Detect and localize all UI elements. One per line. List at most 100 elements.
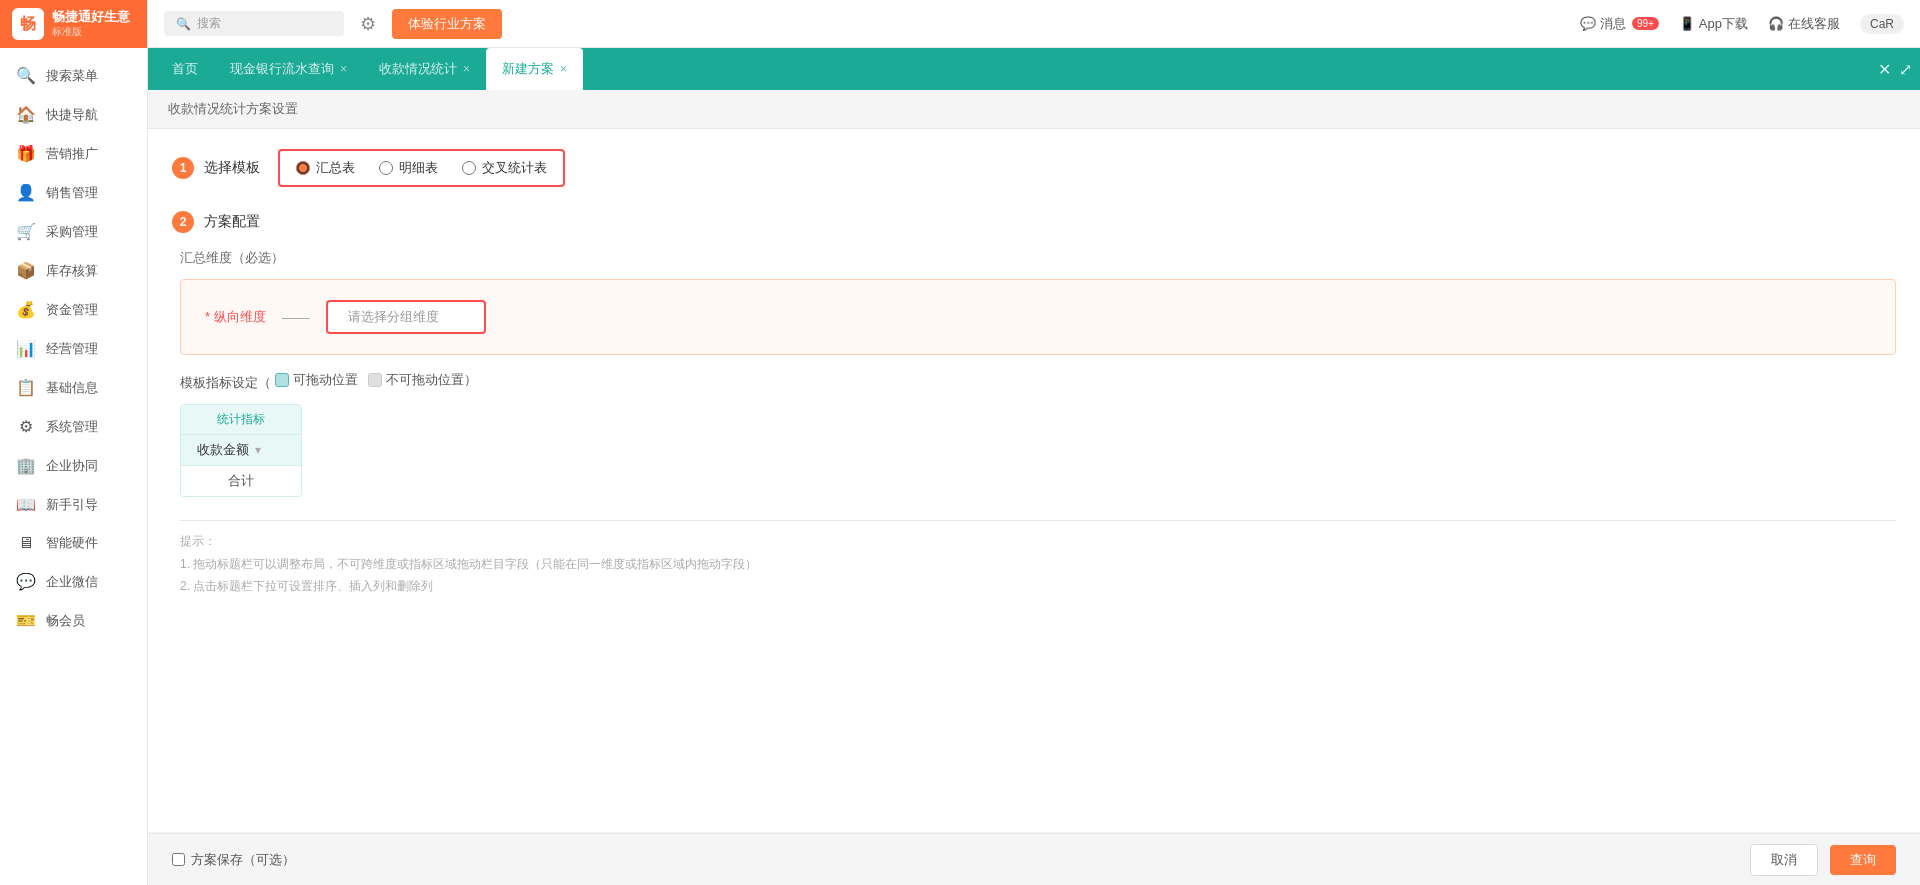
tab-close-bank[interactable]: × [340, 62, 347, 76]
inventory-icon: 📦 [16, 261, 36, 280]
search-icon: 🔍 [176, 17, 191, 31]
save-checkbox-label[interactable]: 方案保存（可选） [172, 851, 295, 869]
step2-section: 2 方案配置 汇总维度（必选） * 纵向维度 —— 请选择分组维度 [172, 211, 1896, 597]
search-placeholder-text: 搜索 [197, 15, 221, 32]
tab-label-bank: 现金银行流水查询 [230, 60, 334, 78]
sidebar-item-sales[interactable]: 👤销售管理 [0, 173, 147, 212]
download-label: App下载 [1699, 15, 1748, 33]
topbar-search[interactable]: 🔍 搜索 [164, 11, 344, 36]
sidebar-item-enterprise[interactable]: 🏢企业协同 [0, 446, 147, 485]
nav-icon: 🏠 [16, 105, 36, 124]
indicators-label-row: 模板指标设定（ 可拖动位置 不可拖动位置） [180, 371, 1896, 392]
save-label: 方案保存（可选） [191, 851, 295, 869]
arrow-icon: —— [282, 309, 310, 325]
sidebar-nav: 🔍搜索菜单🏠快捷导航 🎁 营销推广 👤销售管理 🛒 采购管理 📦 库存核算 💰资金管理 📊 经营管理… [0, 48, 147, 885]
radio-cross-input[interactable] [462, 161, 476, 175]
non-draggable-dot [368, 373, 382, 387]
sidebar-item-label-wechat: 企业微信 [46, 573, 98, 591]
expand-window-icon[interactable]: ⤢ [1899, 60, 1912, 79]
radio-summary[interactable]: 汇总表 [296, 159, 355, 177]
tab-new[interactable]: 新建方案 × [486, 48, 583, 90]
user-avatar[interactable]: CaR [1860, 14, 1904, 34]
tab-receipt[interactable]: 收款情况统计 × [363, 48, 486, 90]
tab-label-receipt: 收款情况统计 [379, 60, 457, 78]
indicator-row-0[interactable]: 收款金额 ▾ [181, 435, 301, 466]
gear-icon[interactable]: ⚙ [360, 13, 376, 35]
close-window-icon[interactable]: ✕ [1878, 60, 1891, 79]
operations-icon: 📊 [16, 339, 36, 358]
chevron-down-icon[interactable]: ▾ [255, 443, 261, 457]
sidebar-item-label-inventory: 库存核算 [46, 262, 98, 280]
sidebar-item-finance[interactable]: 💰资金管理 [0, 290, 147, 329]
industry-btn[interactable]: 体验行业方案 [392, 9, 502, 39]
sidebar-item-label-marketing: 营销推广 [46, 145, 98, 163]
main-content: 🔍 搜索 ⚙ 体验行业方案 💬 消息 99+ 📱 App下载 🎧 在线客服 Ca… [148, 0, 1920, 885]
hardware-icon: 🖥 [16, 534, 36, 552]
indicators-label: 模板指标设定（ 可拖动位置 不可拖动位置） [180, 371, 477, 392]
summary-dimensions-title: 汇总维度（必选） [180, 249, 1896, 267]
legend-draggable: 可拖动位置 [275, 371, 358, 389]
message-btn[interactable]: 💬 消息 99+ [1580, 15, 1659, 33]
save-checkbox[interactable] [172, 853, 185, 866]
sidebar-logo: 畅 畅捷通好生意 标准版 [0, 0, 147, 48]
tab-label-new: 新建方案 [502, 60, 554, 78]
topbar: 🔍 搜索 ⚙ 体验行业方案 💬 消息 99+ 📱 App下载 🎧 在线客服 Ca… [148, 0, 1920, 48]
marketing-icon: 🎁 [16, 144, 36, 163]
sidebar-item-nav[interactable]: 🏠快捷导航 [0, 95, 147, 134]
indicators-section: 模板指标设定（ 可拖动位置 不可拖动位置） [180, 371, 1896, 500]
tab-home[interactable]: 首页 [156, 48, 214, 90]
purchase-icon: 🛒 [16, 222, 36, 241]
step2-num: 2 [172, 211, 194, 233]
message-icon: 💬 [1580, 16, 1596, 31]
download-icon: 📱 [1679, 16, 1695, 31]
sidebar-item-member[interactable]: 🎫畅会员 [0, 601, 147, 640]
sales-icon: 👤 [16, 183, 36, 202]
query-button[interactable]: 查询 [1830, 845, 1896, 875]
logo-badge: 标准版 [52, 25, 130, 39]
sidebar-item-purchase[interactable]: 🛒 采购管理 [0, 212, 147, 251]
cancel-button[interactable]: 取消 [1750, 844, 1818, 876]
sidebar-item-wechat[interactable]: 💬企业微信 [0, 562, 147, 601]
sidebar-item-hardware[interactable]: 🖥 智能硬件 [0, 524, 147, 562]
sidebar-item-basic[interactable]: 📋 基础信息 [0, 368, 147, 407]
radio-cross[interactable]: 交叉统计表 [462, 159, 547, 177]
sidebar-item-label-guide: 新手引导 [46, 496, 98, 514]
dimension-row: * 纵向维度 —— 请选择分组维度 [205, 300, 1871, 334]
sidebar-item-label-operations: 经营管理 [46, 340, 98, 358]
sidebar-item-system[interactable]: ⚙系统管理 [0, 407, 147, 446]
sidebar-item-label-basic: 基础信息 [46, 379, 98, 397]
sidebar-item-label-hardware: 智能硬件 [46, 534, 98, 552]
sidebar-item-label-purchase: 采购管理 [46, 223, 98, 241]
radio-detail[interactable]: 明细表 [379, 159, 438, 177]
search-icon: 🔍 [16, 66, 36, 85]
dimension-select[interactable]: 请选择分组维度 [326, 300, 486, 334]
radio-detail-input[interactable] [379, 161, 393, 175]
tab-bank[interactable]: 现金银行流水查询 × [214, 48, 363, 90]
sidebar-item-guide[interactable]: 📖 新手引导 [0, 485, 147, 524]
support-btn[interactable]: 🎧 在线客服 [1768, 15, 1840, 33]
vertical-dim-label: * 纵向维度 [205, 308, 266, 326]
radio-summary-input[interactable] [296, 161, 310, 175]
step1-num: 1 [172, 157, 194, 179]
sidebar-item-marketing[interactable]: 🎁 营销推广 [0, 134, 147, 173]
sidebar-item-inventory[interactable]: 📦 库存核算 [0, 251, 147, 290]
tab-close-receipt[interactable]: × [463, 62, 470, 76]
logo-name: 畅捷通好生意 [52, 9, 130, 25]
tips-item-1: 2. 点击标题栏下拉可设置排序、插入列和删除列 [180, 576, 1896, 598]
logo-icon: 畅 [12, 8, 44, 40]
sidebar-item-operations[interactable]: 📊 经营管理 [0, 329, 147, 368]
content-area: 收款情况统计方案设置 1 选择模板 汇总表 明细表 [148, 90, 1920, 833]
support-icon: 🎧 [1768, 16, 1784, 31]
draggable-dot [275, 373, 289, 387]
sidebar-item-search[interactable]: 🔍搜索菜单 [0, 56, 147, 95]
tab-close-new[interactable]: × [560, 62, 567, 76]
indicator-row-1: 合计 [181, 466, 301, 496]
radio-cross-label: 交叉统计表 [482, 159, 547, 177]
radio-summary-label: 汇总表 [316, 159, 355, 177]
indicators-header: 统计指标 [181, 405, 301, 435]
app-download-btn[interactable]: 📱 App下载 [1679, 15, 1748, 33]
page-breadcrumb: 收款情况统计方案设置 [148, 90, 1920, 129]
basic-icon: 📋 [16, 378, 36, 397]
dimension-area: * 纵向维度 —— 请选择分组维度 [180, 279, 1896, 355]
guide-icon: 📖 [16, 495, 36, 514]
